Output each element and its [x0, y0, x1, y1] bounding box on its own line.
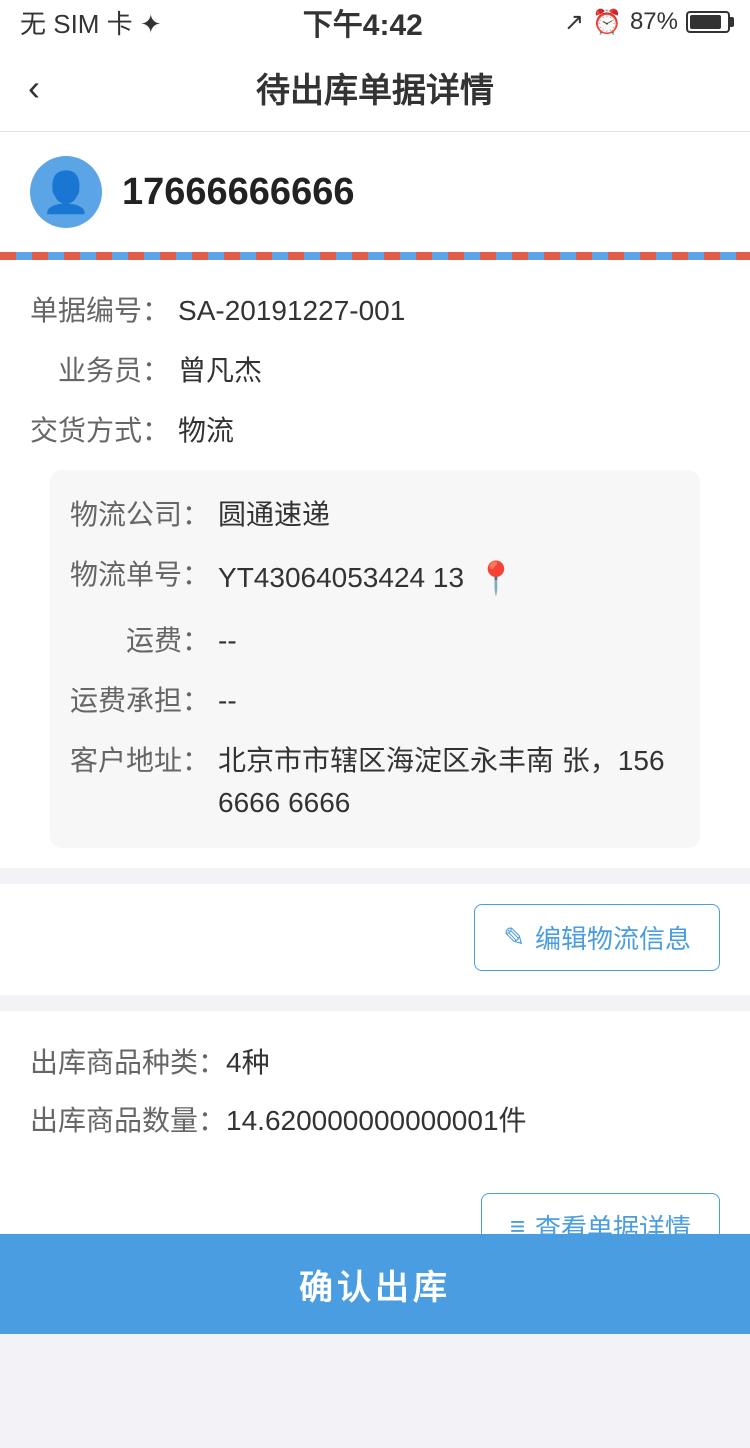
freight-label: 运费： — [70, 620, 210, 662]
battery-icon — [686, 11, 730, 33]
goods-types-label: 出库商品种类： — [30, 1041, 226, 1081]
address-label: 客户地址： — [70, 740, 210, 782]
tracking-number-row: 物流单号： YT43064053424 13 📍 — [70, 554, 680, 602]
goods-quantity-value: 14.620000000000001件 — [226, 1099, 527, 1139]
sim-status: 无 SIM 卡 ✦ — [20, 4, 162, 41]
freight-bearer-label: 运费承担： — [70, 680, 210, 722]
back-button[interactable]: ‹ — [28, 67, 40, 109]
status-bar: 无 SIM 卡 ✦ 下午4:42 ↗ ⏰ 87% — [0, 0, 750, 44]
status-left: 无 SIM 卡 ✦ — [20, 4, 162, 41]
document-number-label: 单据编号： — [30, 290, 170, 332]
location-icon: ↗ — [564, 8, 584, 37]
customer-section: 👤 17666666666 — [0, 132, 750, 252]
section-divider — [0, 995, 750, 1011]
freight-row: 运费： -- — [70, 620, 680, 662]
address-row: 客户地址： 北京市市辖区海淀区永丰南 张，156 6666 6666 — [70, 740, 680, 824]
alarm-icon: ⏰ — [592, 8, 622, 37]
goods-quantity-label: 出库商品数量： — [30, 1099, 226, 1139]
logistics-company-label: 物流公司： — [70, 494, 210, 536]
address-value: 北京市市辖区海淀区永丰南 张，156 6666 6666 — [218, 740, 680, 824]
freight-bearer-row: 运费承担： -- — [70, 680, 680, 722]
confirm-button-label: 确认出库 — [299, 1260, 451, 1309]
delivery-method-row: 交货方式： 物流 — [30, 410, 720, 452]
delivery-method-value: 物流 — [178, 410, 720, 452]
goods-types-value: 4种 — [226, 1041, 270, 1081]
battery-percentage: 87% — [630, 8, 678, 36]
goods-section: 出库商品种类： 4种 出库商品数量： 14.620000000000001件 — [0, 1011, 750, 1177]
customer-phone: 17666666666 — [122, 171, 354, 214]
dashed-divider — [0, 252, 750, 260]
status-time: 下午4:42 — [303, 0, 423, 44]
goods-types-row: 出库商品种类： 4种 — [30, 1041, 720, 1081]
avatar: 👤 — [30, 156, 102, 228]
basic-info-section: 单据编号： SA-20191227-001 业务员： 曾凡杰 交货方式： 物流 … — [0, 260, 750, 868]
edit-logistics-button[interactable]: ✎ 编辑物流信息 — [474, 904, 720, 971]
freight-bearer-value: -- — [218, 680, 680, 722]
sales-person-value: 曾凡杰 — [178, 350, 720, 392]
document-number-value: SA-20191227-001 — [178, 290, 720, 332]
location-icon[interactable]: 📍 — [476, 554, 516, 602]
logistics-card: 物流公司： 圆通速递 物流单号： YT43064053424 13 📍 运费： … — [50, 470, 700, 848]
tracking-number-label: 物流单号： — [70, 554, 210, 596]
edit-icon: ✎ — [503, 922, 525, 953]
goods-quantity-row: 出库商品数量： 14.620000000000001件 — [30, 1099, 720, 1139]
tracking-number-value: YT43064053424 13 📍 — [218, 554, 680, 602]
sales-person-label: 业务员： — [30, 350, 170, 392]
logistics-company-row: 物流公司： 圆通速递 — [70, 494, 680, 536]
confirm-button-bar[interactable]: 确认出库 — [0, 1234, 750, 1334]
sales-person-row: 业务员： 曾凡杰 — [30, 350, 720, 392]
edit-button-wrap: ✎ 编辑物流信息 — [0, 884, 750, 995]
logistics-company-value: 圆通速递 — [218, 494, 680, 536]
edit-button-label: 编辑物流信息 — [535, 919, 691, 956]
delivery-method-label: 交货方式： — [30, 410, 170, 452]
status-right: ↗ ⏰ 87% — [564, 8, 730, 37]
person-icon: 👤 — [41, 169, 91, 216]
page-title: 待出库单据详情 — [256, 63, 494, 112]
nav-bar: ‹ 待出库单据详情 — [0, 44, 750, 132]
freight-value: -- — [218, 620, 680, 662]
document-number-row: 单据编号： SA-20191227-001 — [30, 290, 720, 332]
